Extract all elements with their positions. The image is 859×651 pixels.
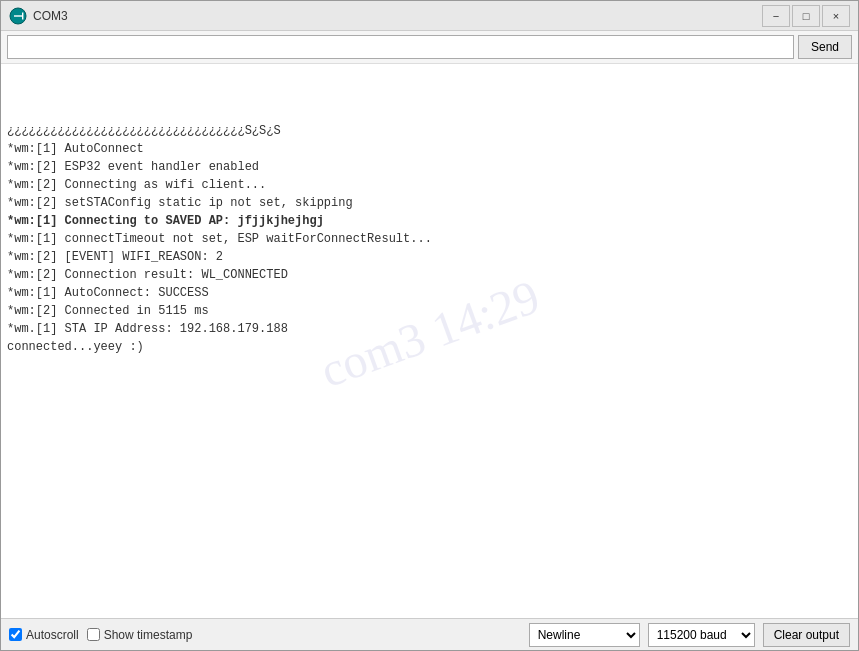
console-line: ¿¿¿¿¿¿¿¿¿¿¿¿¿¿¿¿¿¿¿¿¿¿¿¿¿¿¿¿¿¿¿¿¿S¿S¿S: [7, 122, 852, 140]
newline-dropdown[interactable]: NewlineNo line endingCarriage returnBoth…: [529, 623, 640, 647]
console-line: *wm:[2] Connected in 5115 ms: [7, 302, 852, 320]
console-line: *wm:[1] connectTimeout not set, ESP wait…: [7, 230, 852, 248]
status-bar: Autoscroll Show timestamp NewlineNo line…: [1, 618, 858, 650]
close-button[interactable]: ×: [822, 5, 850, 27]
console-line: *wm:[2] ESP32 event handler enabled: [7, 158, 852, 176]
console-line: *wm.[1] STA IP Address: 192.168.179.188: [7, 320, 852, 338]
input-toolbar: Send: [1, 31, 858, 64]
serial-input[interactable]: [7, 35, 794, 59]
main-window: COM3 − □ × Send com3 14:29 ¿¿¿¿¿¿¿¿¿¿¿¿¿…: [0, 0, 859, 651]
timestamp-label[interactable]: Show timestamp: [104, 628, 193, 642]
timestamp-group: Show timestamp: [87, 628, 193, 642]
console-line: *wm:[1] AutoConnect: SUCCESS: [7, 284, 852, 302]
console-line: *wm:[1] Connecting to SAVED AP: jfjjkjhe…: [7, 212, 852, 230]
minimize-button[interactable]: −: [762, 5, 790, 27]
console-line: *wm:[2] Connecting as wifi client...: [7, 176, 852, 194]
maximize-button[interactable]: □: [792, 5, 820, 27]
svg-rect-1: [14, 15, 22, 16]
baud-dropdown[interactable]: 300 baud1200 baud2400 baud4800 baud9600 …: [648, 623, 755, 647]
console-line: *wm:[2] [EVENT] WIFI_REASON: 2: [7, 248, 852, 266]
console-line: connected...yeey :): [7, 338, 852, 356]
send-button[interactable]: Send: [798, 35, 852, 59]
app-icon: [9, 7, 27, 25]
title-bar: COM3 − □ ×: [1, 1, 858, 31]
autoscroll-group: Autoscroll: [9, 628, 79, 642]
autoscroll-checkbox[interactable]: [9, 628, 22, 641]
window-controls: − □ ×: [762, 5, 850, 27]
svg-rect-2: [22, 12, 23, 19]
console-line: *wm:[1] AutoConnect: [7, 140, 852, 158]
window-title: COM3: [33, 9, 762, 23]
console-line: *wm:[2] setSTAConfig static ip not set, …: [7, 194, 852, 212]
console-output: com3 14:29 ¿¿¿¿¿¿¿¿¿¿¿¿¿¿¿¿¿¿¿¿¿¿¿¿¿¿¿¿¿…: [1, 64, 858, 618]
console-lines: ¿¿¿¿¿¿¿¿¿¿¿¿¿¿¿¿¿¿¿¿¿¿¿¿¿¿¿¿¿¿¿¿¿S¿S¿S*w…: [7, 122, 852, 356]
console-line: *wm:[2] Connection result: WL_CONNECTED: [7, 266, 852, 284]
autoscroll-label[interactable]: Autoscroll: [26, 628, 79, 642]
timestamp-checkbox[interactable]: [87, 628, 100, 641]
clear-output-button[interactable]: Clear output: [763, 623, 850, 647]
